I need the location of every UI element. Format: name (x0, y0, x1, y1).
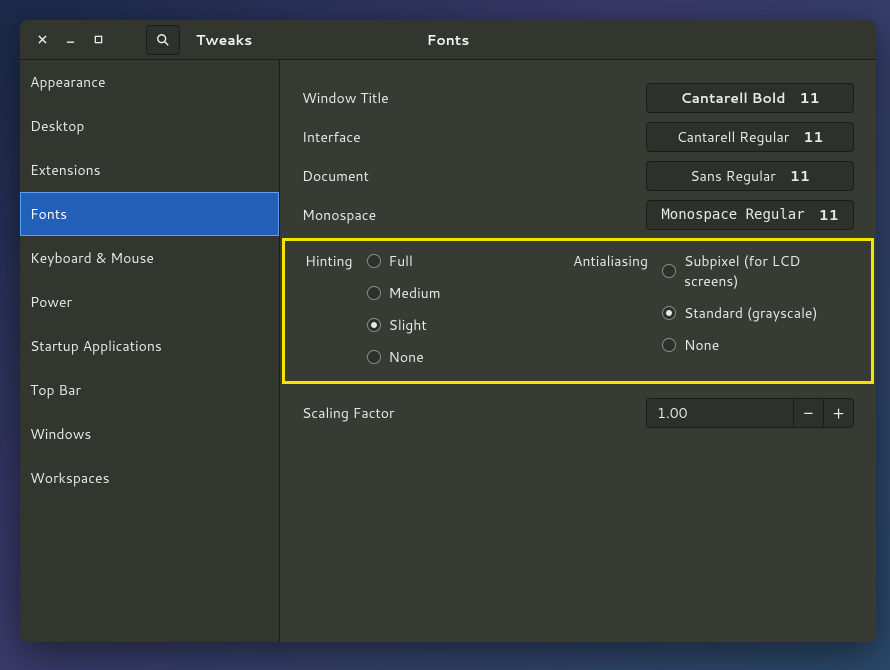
font-row-interface: Interface Cantarell Regular 11 (302, 117, 854, 156)
radio-option[interactable]: Full (367, 251, 441, 271)
radio-label: None (684, 335, 719, 355)
maximize-icon (94, 35, 103, 44)
sidebar-item-extensions[interactable]: Extensions (20, 148, 279, 192)
sidebar: AppearanceDesktopExtensionsFontsKeyboard… (20, 60, 280, 642)
sidebar-item-appearance[interactable]: Appearance (20, 60, 279, 104)
close-button[interactable] (28, 27, 56, 53)
search-icon (156, 33, 170, 47)
scaling-row: Scaling Factor 1.00 − + (302, 398, 854, 428)
search-button[interactable] (146, 25, 180, 55)
maximize-button[interactable] (84, 27, 112, 53)
fonts-panel: Window Title Cantarell Bold 11 Interface Can… (280, 60, 876, 642)
font-picker-button[interactable]: Sans Regular 11 (646, 161, 854, 191)
font-row-label: Document (302, 166, 369, 186)
minimize-icon (66, 35, 75, 44)
radio-option[interactable]: Standard (grayscale) (662, 303, 851, 323)
highlighted-section: Hinting Full Medium Slight None Antialiasin… (282, 238, 874, 384)
scaling-decrement-button[interactable]: − (793, 399, 823, 427)
sidebar-item-keyboard-mouse[interactable]: Keyboard & Mouse (20, 236, 279, 280)
scaling-value: 1.00 (647, 403, 793, 423)
font-row-document: Document Sans Regular 11 (302, 156, 854, 195)
font-row-label: Window Title (302, 88, 389, 108)
sidebar-item-desktop[interactable]: Desktop (20, 104, 279, 148)
sidebar-item-power[interactable]: Power (20, 280, 279, 324)
radio-indicator-icon (367, 318, 381, 332)
sidebar-item-windows[interactable]: Windows (20, 412, 279, 456)
radio-option[interactable]: None (662, 335, 851, 355)
font-name: Cantarell Regular (677, 127, 790, 147)
header-bar: Tweaks Fonts (20, 20, 876, 60)
radio-indicator-icon (662, 264, 676, 278)
radio-option[interactable]: Medium (367, 283, 441, 303)
font-size: 11 (803, 127, 823, 147)
font-size: 11 (819, 205, 839, 225)
scaling-increment-button[interactable]: + (823, 399, 853, 427)
radio-label: Medium (389, 283, 441, 303)
radio-option[interactable]: None (367, 347, 441, 367)
font-name: Cantarell Bold (680, 88, 785, 108)
radio-indicator-icon (662, 338, 676, 352)
font-size: 11 (800, 88, 820, 108)
font-size: 11 (790, 166, 810, 186)
radio-indicator-icon (367, 350, 381, 364)
radio-option[interactable]: Slight (367, 315, 441, 335)
sidebar-item-workspaces[interactable]: Workspaces (20, 456, 279, 500)
radio-indicator-icon (367, 286, 381, 300)
antialiasing-label: Antialiasing (573, 251, 648, 367)
radio-label: Subpixel (for LCD screens) (684, 251, 851, 291)
radio-indicator-icon (662, 306, 676, 320)
font-row-label: Interface (302, 127, 361, 147)
scaling-stepper[interactable]: 1.00 − + (646, 398, 854, 428)
font-row-monospace: Monospace Monospace Regular 11 (302, 195, 854, 234)
font-row-window-title: Window Title Cantarell Bold 11 (302, 78, 854, 117)
font-picker-button[interactable]: Monospace Regular 11 (646, 200, 854, 230)
radio-label: Standard (grayscale) (684, 303, 818, 323)
tweaks-window: Tweaks Fonts AppearanceDesktopExtensions… (20, 20, 876, 642)
window-controls (28, 27, 112, 53)
scaling-label: Scaling Factor (302, 403, 395, 423)
window-body: AppearanceDesktopExtensionsFontsKeyboard… (20, 60, 876, 642)
font-name: Monospace Regular (661, 207, 804, 223)
font-name: Sans Regular (690, 166, 776, 186)
sidebar-item-fonts[interactable]: Fonts (20, 192, 279, 236)
hinting-group: Hinting Full Medium Slight None (305, 251, 573, 367)
hinting-label: Hinting (305, 251, 353, 367)
antialiasing-group: Antialiasing Subpixel (for LCD screens) S… (573, 251, 851, 367)
radio-option[interactable]: Subpixel (for LCD screens) (662, 251, 851, 291)
close-icon (38, 35, 47, 44)
radio-label: Slight (389, 315, 427, 335)
font-row-label: Monospace (302, 205, 376, 225)
sidebar-item-top-bar[interactable]: Top Bar (20, 368, 279, 412)
radio-label: None (389, 347, 424, 367)
font-picker-button[interactable]: Cantarell Regular 11 (646, 122, 854, 152)
font-picker-button[interactable]: Cantarell Bold 11 (646, 83, 854, 113)
radio-indicator-icon (367, 254, 381, 268)
sidebar-item-startup-applications[interactable]: Startup Applications (20, 324, 279, 368)
app-title: Tweaks (196, 30, 252, 50)
radio-label: Full (389, 251, 413, 271)
minimize-button[interactable] (56, 27, 84, 53)
